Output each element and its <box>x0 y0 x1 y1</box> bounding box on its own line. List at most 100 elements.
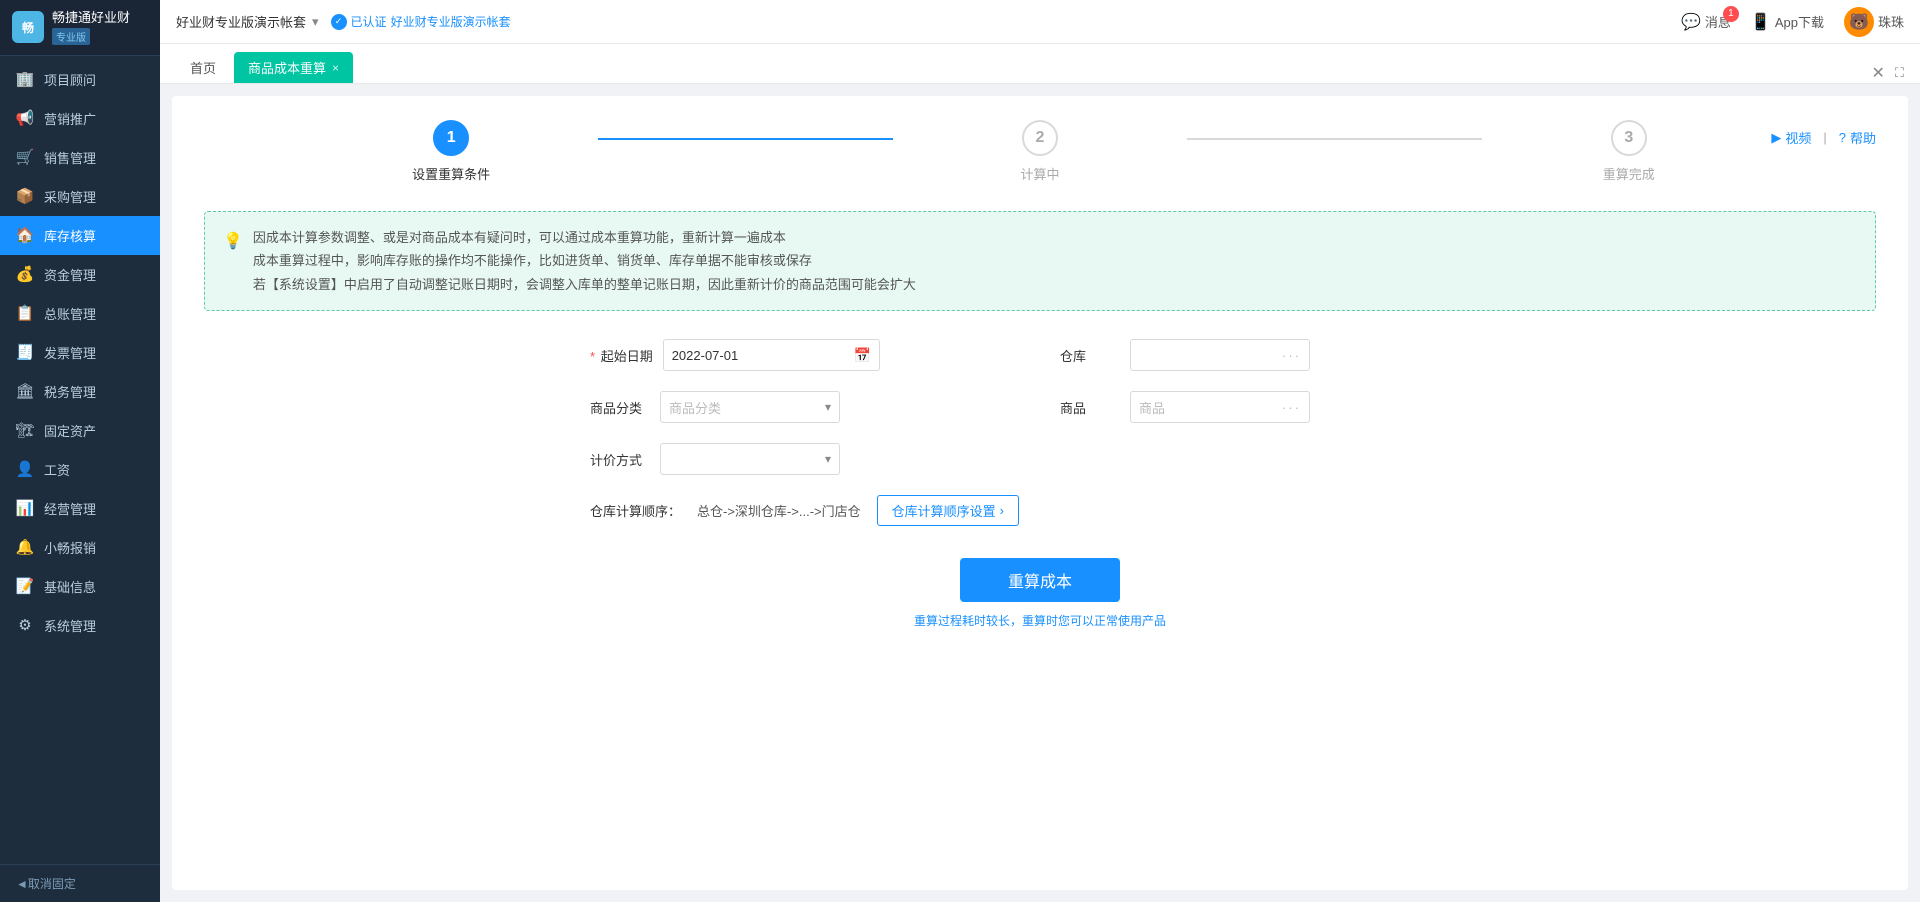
sidebar-item-label: 工资 <box>44 460 70 479</box>
app-download-button[interactable]: 📱 App下载 <box>1751 12 1824 32</box>
pricing-label: 计价方式 <box>590 450 650 469</box>
sidebar-item-label: 销售管理 <box>44 148 96 167</box>
sidebar-item-label: 发票管理 <box>44 343 96 362</box>
basic-icon: 📝 <box>16 577 34 595</box>
avatar: 🐻 <box>1844 7 1874 37</box>
question-icon: ? <box>1839 130 1846 145</box>
info-line-2: 成本重算过程中，影响库存账的操作均不能操作，比如进货单、销货单、库存单据不能审核… <box>253 249 916 272</box>
sidebar-item-basic[interactable]: 📝 基础信息 <box>0 567 160 606</box>
form-row-1: * 起始日期 📅 仓库 ··· <box>590 339 1490 371</box>
tab-close-button[interactable]: × <box>332 61 339 75</box>
sidebar-item-system[interactable]: ⚙ 系统管理 <box>0 606 160 645</box>
project-icon: 🏢 <box>16 70 34 88</box>
tab-active-label: 商品成本重算 <box>248 58 326 77</box>
calendar-icon[interactable]: 📅 <box>854 347 871 364</box>
close-window-button[interactable]: ✕ <box>1871 63 1884 83</box>
sidebar-footer-label: ◄取消固定 <box>16 875 76 892</box>
operations-icon: 📊 <box>16 499 34 517</box>
sidebar-item-label: 经营管理 <box>44 499 96 518</box>
message-badge: 1 <box>1723 6 1739 22</box>
start-date-field: * 起始日期 📅 <box>590 339 1020 371</box>
purchase-icon: 📦 <box>16 187 34 205</box>
sidebar-item-label: 营销推广 <box>44 109 96 128</box>
calc-order-settings-button[interactable]: 仓库计算顺序设置 › <box>877 495 1019 526</box>
sidebar-item-assets[interactable]: 🏗 固定资产 <box>0 411 160 450</box>
tax-icon: 🏛 <box>16 382 34 400</box>
product-placeholder: 商品 <box>1139 398 1165 417</box>
sidebar-item-operations[interactable]: 📊 经营管理 <box>0 489 160 528</box>
verified-label: 已认证 <box>351 13 387 30</box>
sidebar-item-marketing[interactable]: 📢 营销推广 <box>0 99 160 138</box>
sales-icon: 🛒 <box>16 148 34 166</box>
tab-home[interactable]: 首页 <box>176 52 230 83</box>
sidebar-item-label: 系统管理 <box>44 616 96 635</box>
recalculate-button[interactable]: 重算成本 <box>960 558 1120 602</box>
category-label: 商品分类 <box>590 398 650 417</box>
sidebar-item-finance[interactable]: 💰 资金管理 <box>0 255 160 294</box>
sidebar-item-label: 小畅报销 <box>44 538 96 557</box>
sidebar-item-invoice[interactable]: 🧾 发票管理 <box>0 333 160 372</box>
sidebar-item-tax[interactable]: 🏛 税务管理 <box>0 372 160 411</box>
user-profile[interactable]: 🐻 珠珠 <box>1844 7 1904 37</box>
warehouse-selector[interactable]: ··· <box>1130 339 1310 371</box>
category-selector[interactable]: 商品分类 ▾ <box>660 391 840 423</box>
start-date-input-wrap[interactable]: 📅 <box>663 339 880 371</box>
start-date-input[interactable] <box>672 348 848 363</box>
pricing-selector[interactable]: ▾ <box>660 443 840 475</box>
message-button[interactable]: 💬 消息 1 <box>1681 12 1731 32</box>
sidebar-item-purchase[interactable]: 📦 采购管理 <box>0 177 160 216</box>
info-content: 因成本计算参数调整、或是对商品成本有疑问时，可以通过成本重算功能，重新计算一遍成… <box>253 226 916 296</box>
recalc-note: 重算过程耗时较长，重算时您可以正常使用产品 <box>590 612 1490 629</box>
app-edition: 专业版 <box>52 28 90 45</box>
warehouse-field: 仓库 ··· <box>1060 339 1490 371</box>
form-section: * 起始日期 📅 仓库 ··· <box>590 339 1490 629</box>
account-selector-wrap[interactable]: 好业财专业版演示帐套 ▾ <box>176 12 319 31</box>
step-3-label: 重算完成 <box>1603 164 1655 183</box>
phone-icon: 📱 <box>1751 12 1771 32</box>
step-1: 1 设置重算条件 <box>304 120 598 183</box>
verified-badge: ✓ 已认证 好业财专业版演示帐套 <box>331 13 511 30</box>
sidebar-header: 畅 畅捷通好业财 专业版 <box>0 0 160 56</box>
sidebar-item-sales[interactable]: 🛒 销售管理 <box>0 138 160 177</box>
stepper-help: ▶ 视频 | ? 帮助 <box>1771 128 1876 147</box>
account-label: 好业财专业版演示帐套 <box>176 12 306 31</box>
sidebar-item-label: 总账管理 <box>44 304 96 323</box>
tabbar: 首页 商品成本重算 × ✕ ⛶ <box>160 44 1920 84</box>
invoice-icon: 🧾 <box>16 343 34 361</box>
product-selector[interactable]: 商品 ··· <box>1130 391 1310 423</box>
video-label: 视频 <box>1785 128 1811 147</box>
product-field: 商品 商品 ··· <box>1060 391 1490 423</box>
video-help-button[interactable]: ▶ 视频 <box>1771 128 1811 147</box>
pricing-chevron-icon: ▾ <box>825 452 831 466</box>
verified-account-name: 好业财专业版演示帐套 <box>391 13 511 30</box>
sidebar-item-expense[interactable]: 🔔 小畅报销 <box>0 528 160 567</box>
form-row-2: 商品分类 商品分类 ▾ 商品 商品 ··· <box>590 391 1490 423</box>
expand-window-button[interactable]: ⛶ <box>1895 65 1904 81</box>
topbar: 好业财专业版演示帐套 ▾ ✓ 已认证 好业财专业版演示帐套 💬 消息 1 📱 A… <box>160 0 1920 44</box>
tab-recalculate[interactable]: 商品成本重算 × <box>234 52 353 83</box>
account-dropdown-icon: ▾ <box>312 14 319 30</box>
calc-order-row: 仓库计算顺序： 总仓->深圳仓库->...->门店仓 仓库计算顺序设置 › <box>590 495 1490 526</box>
product-label: 商品 <box>1060 398 1120 417</box>
payroll-icon: 👤 <box>16 460 34 478</box>
calc-order-label: 仓库计算顺序： <box>590 501 681 520</box>
help-button[interactable]: ? 帮助 <box>1839 128 1876 147</box>
sidebar-item-project[interactable]: 🏢 项目顾问 <box>0 60 160 99</box>
chevron-down-icon: ▾ <box>825 400 831 414</box>
app-download-label: App下载 <box>1775 12 1824 31</box>
step-1-label: 设置重算条件 <box>412 164 490 183</box>
sidebar-item-label: 基础信息 <box>44 577 96 596</box>
help-label: 帮助 <box>1850 128 1876 147</box>
sidebar-item-inventory[interactable]: 🏠 库存核算 <box>0 216 160 255</box>
category-placeholder: 商品分类 <box>669 398 821 417</box>
info-box: 💡 因成本计算参数调整、或是对商品成本有疑问时，可以通过成本重算功能，重新计算一… <box>204 211 1876 311</box>
step-2: 2 计算中 <box>893 120 1187 183</box>
inventory-icon: 🏠 <box>16 226 34 244</box>
marketing-icon: 📢 <box>16 109 34 127</box>
sidebar-item-ledger[interactable]: 📋 总账管理 <box>0 294 160 333</box>
info-line-3: 若【系统设置】中启用了自动调整记账日期时，会调整入库单的整单记账日期，因此重新计… <box>253 273 916 296</box>
sidebar-item-payroll[interactable]: 👤 工资 <box>0 450 160 489</box>
warehouse-label: 仓库 <box>1060 346 1120 365</box>
sidebar-unpin[interactable]: ◄取消固定 <box>0 864 160 902</box>
step-2-circle: 2 <box>1022 120 1058 156</box>
